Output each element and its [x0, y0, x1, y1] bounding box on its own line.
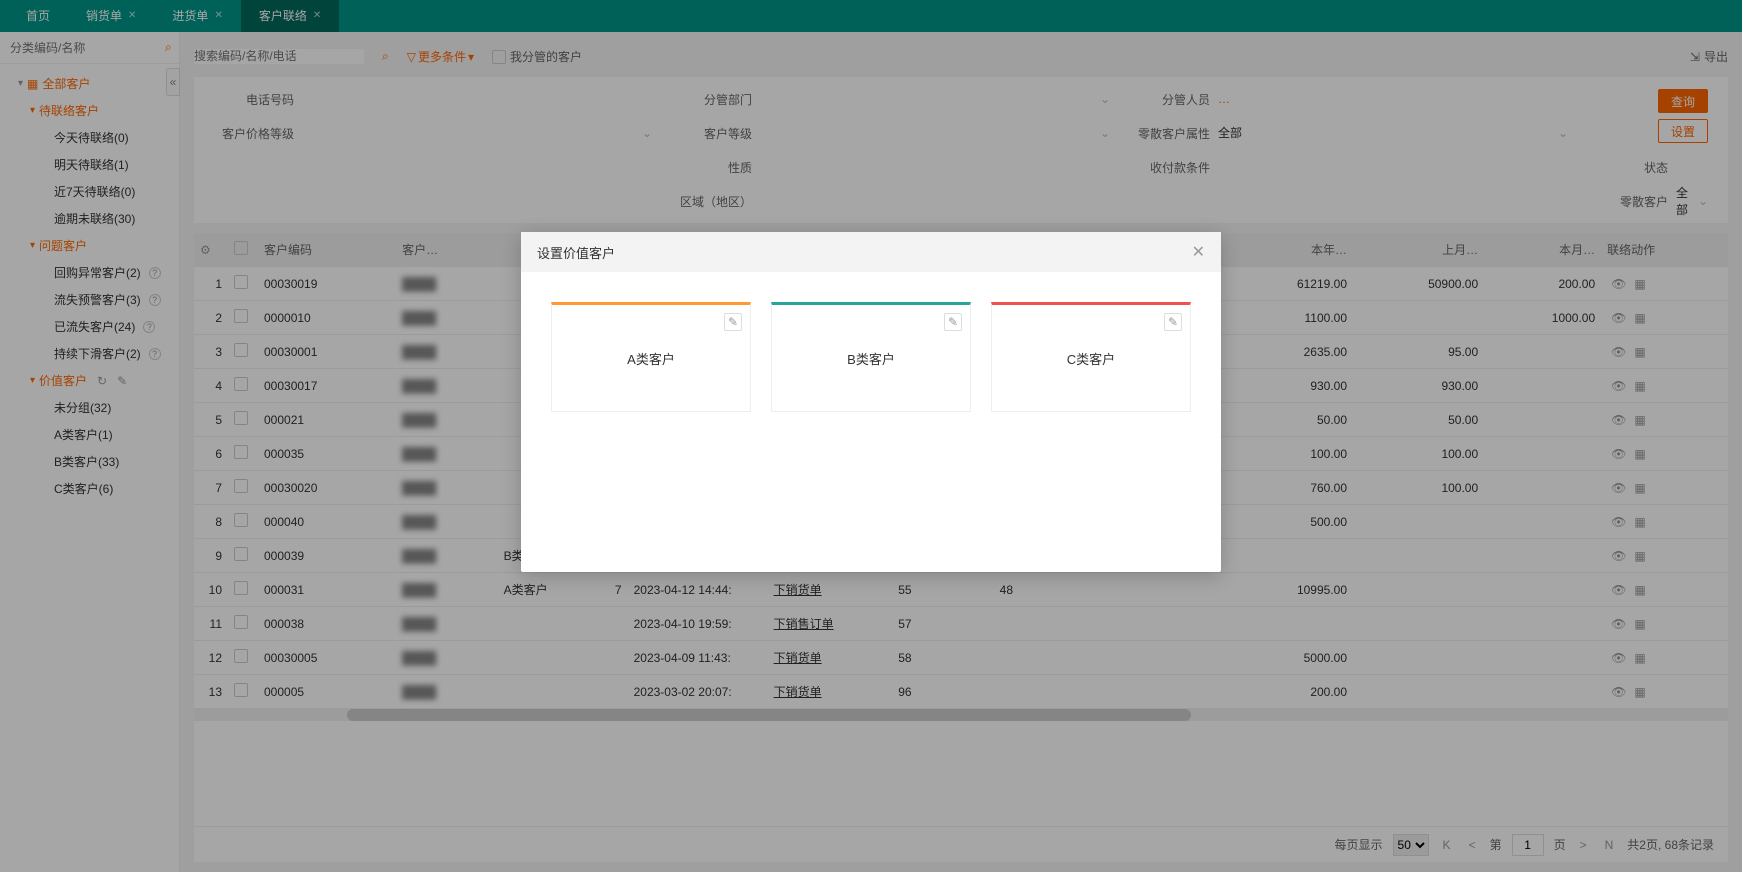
- edit-icon[interactable]: ✎: [724, 313, 742, 331]
- card-label: B类客户: [847, 349, 895, 368]
- edit-icon[interactable]: ✎: [1164, 313, 1182, 331]
- card-c-customer[interactable]: ✎ C类客户: [991, 302, 1191, 412]
- edit-icon[interactable]: ✎: [944, 313, 962, 331]
- card-label: C类客户: [1067, 349, 1115, 368]
- card-a-customer[interactable]: ✎ A类客户: [551, 302, 751, 412]
- modal-title: 设置价值客户: [537, 243, 615, 262]
- card-b-customer[interactable]: ✎ B类客户: [771, 302, 971, 412]
- card-label: A类客户: [627, 349, 675, 368]
- value-customer-modal: 设置价值客户 ✕ ✎ A类客户 ✎ B类客户 ✎ C类客户: [521, 232, 1221, 572]
- close-icon[interactable]: ✕: [1192, 242, 1205, 262]
